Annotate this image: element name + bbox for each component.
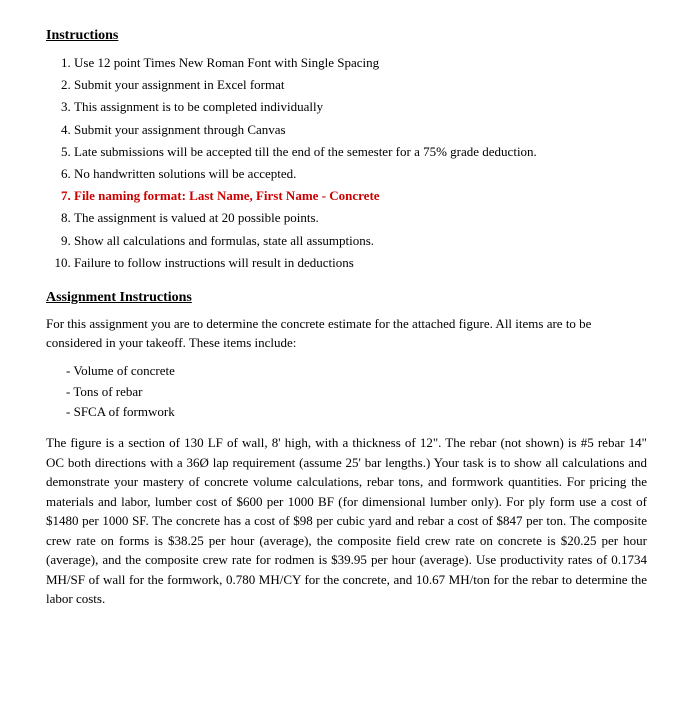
assignment-section: Assignment Instructions For this assignm…	[46, 290, 647, 609]
list-item: Use 12 point Times New Roman Font with S…	[74, 54, 647, 72]
assignment-intro: For this assignment you are to determine…	[46, 314, 647, 353]
assignment-body-text: The figure is a section of 130 LF of wal…	[46, 433, 647, 609]
instructions-title: Instructions	[46, 28, 647, 44]
instructions-list: Use 12 point Times New Roman Font with S…	[46, 54, 647, 272]
instructions-section: Instructions Use 12 point Times New Roma…	[46, 28, 647, 272]
takeoff-item-volume: Volume of concrete	[66, 361, 647, 382]
takeoff-item-rebar: Tons of rebar	[66, 382, 647, 403]
list-item: The assignment is valued at 20 possible …	[74, 209, 647, 227]
list-item: Failure to follow instructions will resu…	[74, 254, 647, 272]
list-item: Submit your assignment in Excel format	[74, 76, 647, 94]
list-item: Show all calculations and formulas, stat…	[74, 232, 647, 250]
list-item-red: File naming format: Last Name, First Nam…	[74, 187, 647, 205]
list-item: Late submissions will be accepted till t…	[74, 143, 647, 161]
list-item: No handwritten solutions will be accepte…	[74, 165, 647, 183]
assignment-instructions-title: Assignment Instructions	[46, 290, 647, 306]
list-item: Submit your assignment through Canvas	[74, 121, 647, 139]
takeoff-items-list: Volume of concrete Tons of rebar SFCA of…	[46, 361, 647, 423]
takeoff-item-formwork: SFCA of formwork	[66, 402, 647, 423]
list-item: This assignment is to be completed indiv…	[74, 98, 647, 116]
